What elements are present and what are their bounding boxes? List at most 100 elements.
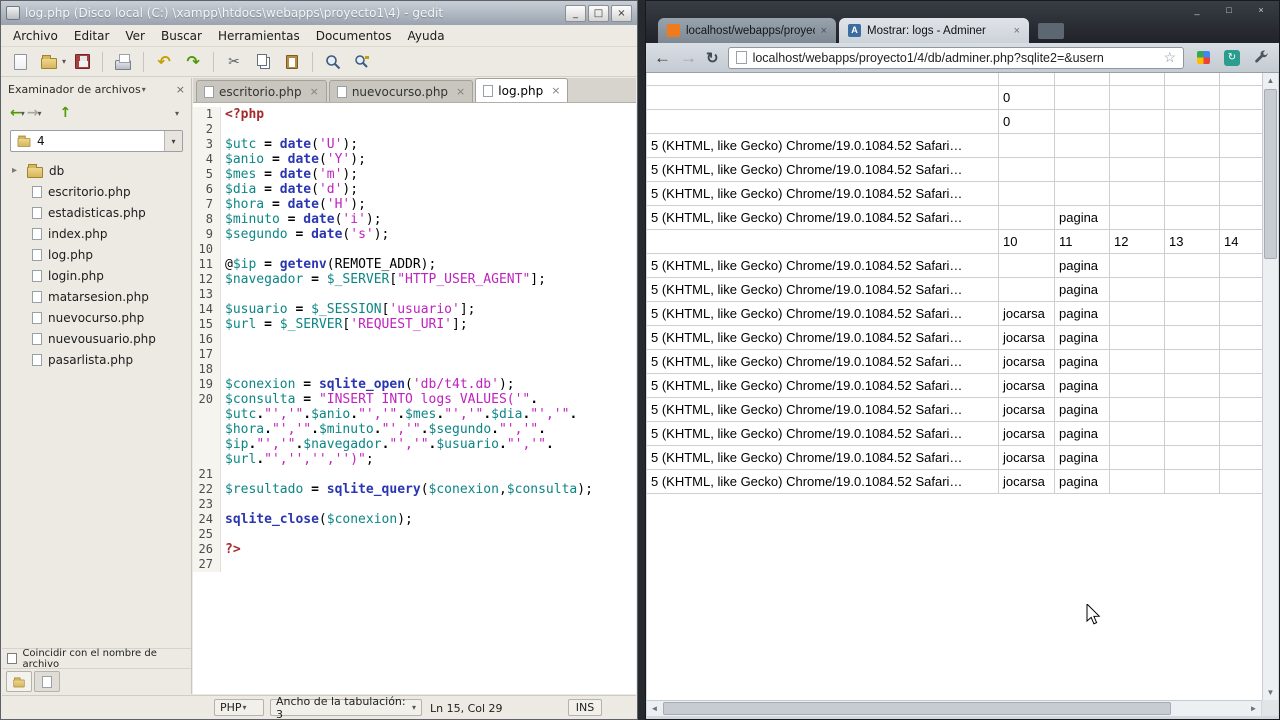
extension-grid-icon[interactable] [1193,48,1213,68]
folder-dropdown-icon[interactable]: ▾ [164,131,182,151]
editor-tab-escritorio.php[interactable]: escritorio.php × [196,80,327,102]
browser-tab-adminer[interactable]: A Mostrar: logs - Adminer × [839,18,1029,43]
file-item-index.php[interactable]: index.php [2,223,191,244]
folder-name: db [49,163,65,178]
line-number [193,407,221,422]
file-item-pasarlista.php[interactable]: pasarlista.php [2,349,191,370]
current-folder-name: 4 [37,134,45,148]
tree-folder-db[interactable]: ▸ db [2,160,191,181]
tab-width-selector[interactable]: Ancho de la tabulación: 3 ▾ [270,695,422,720]
file-item-estadisticas.php[interactable]: estadisticas.php [2,202,191,223]
panel-close-icon[interactable]: × [176,83,185,96]
panel-menu-icon[interactable]: ▾ [175,109,179,118]
maximize-button[interactable]: □ [588,4,609,22]
table-cell [999,182,1055,205]
code-line: 23 [193,497,636,512]
forward-dropdown-icon[interactable]: ▾ [37,109,41,118]
table-cell [1165,86,1220,109]
search-replace-button[interactable] [349,49,375,75]
wrench-menu-icon[interactable] [1251,48,1271,68]
menu-ver[interactable]: Ver [117,26,153,46]
close-tab-icon[interactable]: × [1014,25,1020,37]
cut-button[interactable]: ✂ [221,49,247,75]
browser-tab-proyecto1[interactable]: localhost/webapps/proyecto1/ × [658,18,836,43]
open-dropdown-icon[interactable]: ▾ [62,57,66,66]
close-tab-icon[interactable]: × [456,85,465,98]
close-tab-icon[interactable]: × [551,84,560,97]
scrollbar-thumb[interactable] [1264,89,1277,259]
table-cell [1055,158,1110,181]
table-row: 5 (KHTML, like Gecko) Chrome/19.0.1084.5… [647,350,1263,374]
panel-title: Examinador de archivos [8,82,141,96]
gedit-titlebar[interactable]: log.php (Disco local (C:) \xampp\htdocs\… [1,1,637,25]
forward-button[interactable]: → [680,48,697,68]
url-text[interactable]: localhost/webapps/proyecto1/4/db/adminer… [753,51,1158,65]
back-button[interactable]: ← [654,48,671,68]
table-cell: 14 [1224,234,1239,249]
filter-checkbox[interactable] [7,653,18,664]
menu-documentos[interactable]: Documentos [308,26,400,46]
language-selector[interactable]: PHP ▾ [214,699,264,716]
panel-tab-documents[interactable] [34,671,60,692]
panel-tab-file-browser[interactable] [6,671,32,692]
file-item-escritorio.php[interactable]: escritorio.php [2,181,191,202]
menu-herramientas[interactable]: Herramientas [210,26,308,46]
table-cell: 5 (KHTML, like Gecko) Chrome/19.0.1084.5… [647,278,999,301]
scroll-left-icon[interactable]: ◄ [647,701,662,716]
redo-button[interactable]: ↷ [180,49,206,75]
undo-button[interactable]: ↶ [151,49,177,75]
file-item-nuevousuario.php[interactable]: nuevousuario.php [2,328,191,349]
menu-archivo[interactable]: Archivo [5,26,66,46]
menu-buscar[interactable]: Buscar [153,26,210,46]
editor-tab-nuevocurso.php[interactable]: nuevocurso.php × [328,80,474,102]
file-item-log.php[interactable]: log.php [2,244,191,265]
code-line: 8 $minuto = date('i'); [193,212,636,227]
paste-button[interactable] [279,49,305,75]
scroll-right-icon[interactable]: ► [1246,701,1261,716]
table-cell: pagina [1055,470,1110,493]
minimize-button[interactable]: _ [1185,3,1209,17]
line-number: 18 [193,362,221,377]
file-item-login.php[interactable]: login.php [2,265,191,286]
folder-selector[interactable]: 4 ▾ [10,130,183,152]
copy-button[interactable] [250,49,276,75]
menu-ayuda[interactable]: Ayuda [399,26,452,46]
expander-icon[interactable]: ▸ [12,165,21,176]
minimize-button[interactable]: _ [565,4,586,22]
file-item-matarsesion.php[interactable]: matarsesion.php [2,286,191,307]
table-cell [1220,134,1263,157]
panel-dropdown-icon[interactable]: ▾ [142,85,146,94]
close-tab-icon[interactable]: × [821,25,827,37]
new-tab-button[interactable] [1038,23,1064,39]
menu-editar[interactable]: Editar [66,26,118,46]
new-document-button[interactable] [7,49,33,75]
horizontal-scrollbar[interactable]: ◄ ► [647,700,1261,716]
gedit-toolbar: ▾ ↶ ↷ ✂ [1,47,637,77]
table-row: 5 (KHTML, like Gecko) Chrome/19.0.1084.5… [647,206,1263,230]
reload-button[interactable]: ↻ [706,49,719,67]
scrollbar-thumb[interactable] [663,702,1171,715]
print-button[interactable] [110,49,136,75]
scroll-up-icon[interactable]: ▲ [1263,73,1278,88]
maximize-button[interactable]: □ [1217,3,1241,17]
address-bar[interactable]: localhost/webapps/proyecto1/4/db/adminer… [727,46,1184,69]
up-folder-button[interactable]: ↑ [60,105,72,121]
code-area[interactable]: 1 <?php 2 3 $utc = date('U'); 4 $anio = date('… [193,103,636,694]
table-cell [1110,350,1165,373]
code-line: 12 $navegador = $_SERVER["HTTP_USER_AGENT… [193,272,636,287]
save-button[interactable] [69,49,95,75]
editor-tab-log.php[interactable]: log.php × [475,78,569,102]
search-button[interactable] [320,49,346,75]
close-tab-icon[interactable]: × [310,85,319,98]
vertical-scrollbar[interactable]: ▲ ▼ [1262,73,1278,700]
file-item-nuevocurso.php[interactable]: nuevocurso.php [2,307,191,328]
table-cell: pagina [1055,278,1110,301]
back-dropdown-icon[interactable]: ▾ [21,109,25,118]
scroll-down-icon[interactable]: ▼ [1263,685,1278,700]
close-button[interactable]: × [611,4,632,22]
file-list: escritorio.php estadisticas.php index.php l… [2,181,191,370]
open-document-button[interactable] [36,49,62,75]
extension-sync-icon[interactable]: ↻ [1222,48,1242,68]
bookmark-star-icon[interactable]: ☆ [1163,49,1176,66]
close-button[interactable]: × [1249,3,1273,17]
